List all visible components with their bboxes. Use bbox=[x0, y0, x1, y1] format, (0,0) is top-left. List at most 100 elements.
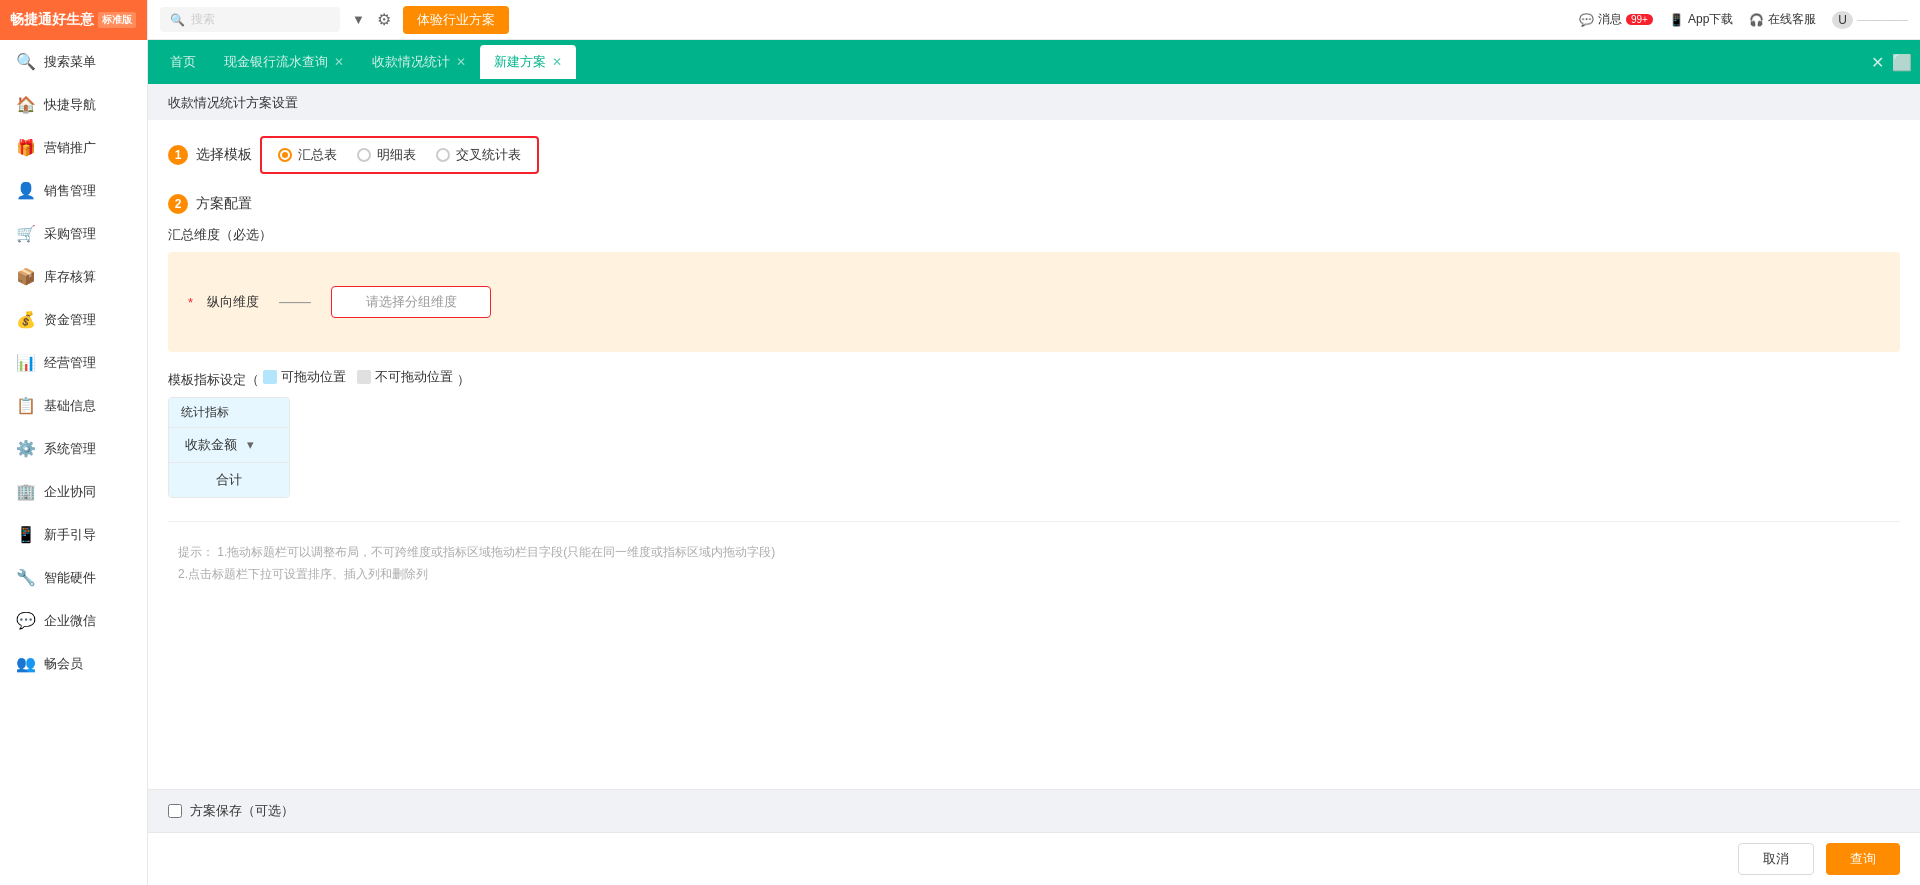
radio-cross[interactable]: 交叉统计表 bbox=[436, 146, 521, 164]
step1-section: 1 选择模板 汇总表 明细表 bbox=[168, 136, 1900, 174]
notification-badge: 99+ bbox=[1626, 14, 1653, 25]
query-button[interactable]: 查询 bbox=[1826, 843, 1900, 875]
download-icon: 📱 bbox=[1669, 13, 1684, 27]
sidebar-item-label: 新手引导 bbox=[44, 526, 96, 544]
sidebar-item-purchase[interactable]: 🛒 采购管理 bbox=[0, 212, 147, 255]
chart-icon: 📊 bbox=[16, 353, 36, 372]
search-icon: 🔍 bbox=[16, 52, 36, 71]
download-item[interactable]: 📱 App下载 bbox=[1669, 11, 1733, 28]
step1-title: 选择模板 bbox=[196, 146, 252, 164]
non-draggable-label: 不可拖动位置 bbox=[375, 368, 453, 386]
save-plan-checkbox[interactable] bbox=[168, 804, 182, 818]
indicator-label-text: 模板指标设定（ bbox=[168, 372, 259, 387]
page-wrapper: 收款情况统计方案设置 1 选择模板 汇总表 bbox=[148, 84, 1920, 885]
stat-item-label: 收款金额 bbox=[185, 437, 237, 452]
notification-icon: 💬 bbox=[1579, 13, 1594, 27]
step1-number: 1 bbox=[168, 145, 188, 165]
form-area: 1 选择模板 汇总表 明细表 bbox=[148, 120, 1920, 789]
dimension-area: * 纵向维度 —— 请选择分组维度 bbox=[168, 252, 1900, 352]
radio-cross-label: 交叉统计表 bbox=[456, 146, 521, 164]
tab-home[interactable]: 首页 bbox=[156, 45, 210, 79]
tab-new-plan[interactable]: 新建方案 ✕ bbox=[480, 45, 576, 79]
tab-payment-stat[interactable]: 收款情况统计 ✕ bbox=[358, 45, 480, 79]
sidebar-item-hardware[interactable]: 🔧 智能硬件 bbox=[0, 556, 147, 599]
gear-settings-icon[interactable]: ⚙ bbox=[377, 10, 391, 29]
section-divider bbox=[168, 521, 1900, 522]
indicator-subsection: 模板指标设定（ 可拖动位置 不可拖动位置 ） bbox=[168, 368, 1900, 501]
indicator-cell-payment[interactable]: 收款金额 ▾ bbox=[169, 428, 289, 463]
bottom-bar: 取消 查询 bbox=[148, 832, 1920, 885]
tab-expand-btn[interactable]: ⬜ bbox=[1892, 53, 1912, 72]
dropdown-arrow-icon[interactable]: ▾ bbox=[247, 437, 254, 452]
sidebar-item-inventory[interactable]: 📦 库存核算 bbox=[0, 255, 147, 298]
list-icon: 📋 bbox=[16, 396, 36, 415]
sidebar-item-sales[interactable]: 👤 销售管理 bbox=[0, 169, 147, 212]
step2-title: 方案配置 bbox=[196, 195, 252, 213]
notification-label: 消息 bbox=[1598, 11, 1622, 28]
tip-2: 2.点击标题栏下拉可设置排序、插入列和删除列 bbox=[168, 564, 1900, 586]
phone-icon: 📱 bbox=[16, 525, 36, 544]
sidebar-item-system[interactable]: ⚙️ 系统管理 bbox=[0, 427, 147, 470]
topbar-search[interactable]: 🔍 搜索 bbox=[160, 7, 340, 32]
sidebar-item-label: 基础信息 bbox=[44, 397, 96, 415]
user-item[interactable]: U ────── bbox=[1832, 11, 1908, 29]
step2-number: 2 bbox=[168, 194, 188, 214]
tab-payment-stat-close[interactable]: ✕ bbox=[456, 55, 466, 69]
indicator-config-label: 模板指标设定（ 可拖动位置 不可拖动位置 ） bbox=[168, 368, 1900, 389]
dimension-row: * 纵向维度 —— 请选择分组维度 bbox=[188, 286, 491, 318]
template-selection-box: 汇总表 明细表 交叉统计表 bbox=[260, 136, 539, 174]
sidebar-item-label: 采购管理 bbox=[44, 225, 96, 243]
radio-detail-label: 明细表 bbox=[377, 146, 416, 164]
cancel-button[interactable]: 取消 bbox=[1738, 843, 1814, 875]
sidebar-item-wechat[interactable]: 💬 企业微信 bbox=[0, 599, 147, 642]
indicator-body: 收款金额 ▾ bbox=[169, 428, 289, 463]
radio-summary[interactable]: 汇总表 bbox=[278, 146, 337, 164]
members-icon: 👥 bbox=[16, 654, 36, 673]
search-placeholder-text: 搜索 bbox=[191, 11, 215, 28]
radio-detail-circle bbox=[357, 148, 371, 162]
support-item[interactable]: 🎧 在线客服 bbox=[1749, 11, 1816, 28]
tab-new-plan-close[interactable]: ✕ bbox=[552, 55, 562, 69]
indicator-header: 统计指标 bbox=[169, 398, 289, 428]
support-label: 在线客服 bbox=[1768, 11, 1816, 28]
sidebar-item-search[interactable]: 🔍 搜索菜单 bbox=[0, 40, 147, 83]
sidebar-item-marketing[interactable]: 🎁 营销推广 bbox=[0, 126, 147, 169]
sidebar-logo: 畅捷通好生意 标准版 bbox=[0, 0, 147, 40]
notification-item[interactable]: 💬 消息 99+ bbox=[1579, 11, 1653, 28]
radio-detail[interactable]: 明细表 bbox=[357, 146, 416, 164]
arrow-icon: —— bbox=[279, 293, 311, 311]
sidebar-item-label: 系统管理 bbox=[44, 440, 96, 458]
breadcrumb: 收款情况统计方案设置 bbox=[148, 84, 1920, 120]
logo-version: 标准版 bbox=[98, 12, 136, 28]
topbar: 🔍 搜索 ▼ ⚙ 体验行业方案 💬 消息 99+ 📱 App下载 🎧 在线客服 … bbox=[148, 0, 1920, 40]
sidebar-item-operation[interactable]: 📊 经营管理 bbox=[0, 341, 147, 384]
step2-section: 2 方案配置 汇总维度（必选） * 纵向维度 —— 请选择分组维度 bbox=[168, 194, 1900, 501]
sidebar-item-enterprise[interactable]: 🏢 企业协同 bbox=[0, 470, 147, 513]
sidebar-item-label: 企业微信 bbox=[44, 612, 96, 630]
dimension-select-button[interactable]: 请选择分组维度 bbox=[331, 286, 491, 318]
stat-footer-label: 合计 bbox=[216, 472, 242, 487]
tab-bank-flow-close[interactable]: ✕ bbox=[334, 55, 344, 69]
save-plan-label: 方案保存（可选） bbox=[190, 802, 294, 820]
sidebar-item-quick-nav[interactable]: 🏠 快捷导航 bbox=[0, 83, 147, 126]
user-avatar: U bbox=[1832, 11, 1853, 29]
sidebar-item-newuser[interactable]: 📱 新手引导 bbox=[0, 513, 147, 556]
tab-bank-flow[interactable]: 现金银行流水查询 ✕ bbox=[210, 45, 358, 79]
vertical-dimension-label: 纵向维度 bbox=[207, 293, 259, 311]
required-star: * bbox=[188, 295, 193, 310]
sidebar-item-finance[interactable]: 💰 资金管理 bbox=[0, 298, 147, 341]
sidebar-item-label: 经营管理 bbox=[44, 354, 96, 372]
trial-button[interactable]: 体验行业方案 bbox=[403, 6, 509, 34]
stat-header-label: 统计指标 bbox=[181, 404, 229, 421]
sidebar-item-member[interactable]: 👥 畅会员 bbox=[0, 642, 147, 685]
topbar-dropdown-icon[interactable]: ▼ bbox=[352, 12, 365, 27]
dimension-subsection: 汇总维度（必选） * 纵向维度 —— 请选择分组维度 bbox=[168, 226, 1900, 352]
tab-close-btn[interactable]: ✕ bbox=[1871, 53, 1884, 72]
tab-payment-stat-label: 收款情况统计 bbox=[372, 53, 450, 71]
package-icon: 📦 bbox=[16, 267, 36, 286]
footer: 方案保存（可选） bbox=[148, 789, 1920, 832]
sidebar-item-basic[interactable]: 📋 基础信息 bbox=[0, 384, 147, 427]
support-icon: 🎧 bbox=[1749, 13, 1764, 27]
sidebar-item-label: 销售管理 bbox=[44, 182, 96, 200]
draggable-label: 可拖动位置 bbox=[281, 368, 346, 386]
